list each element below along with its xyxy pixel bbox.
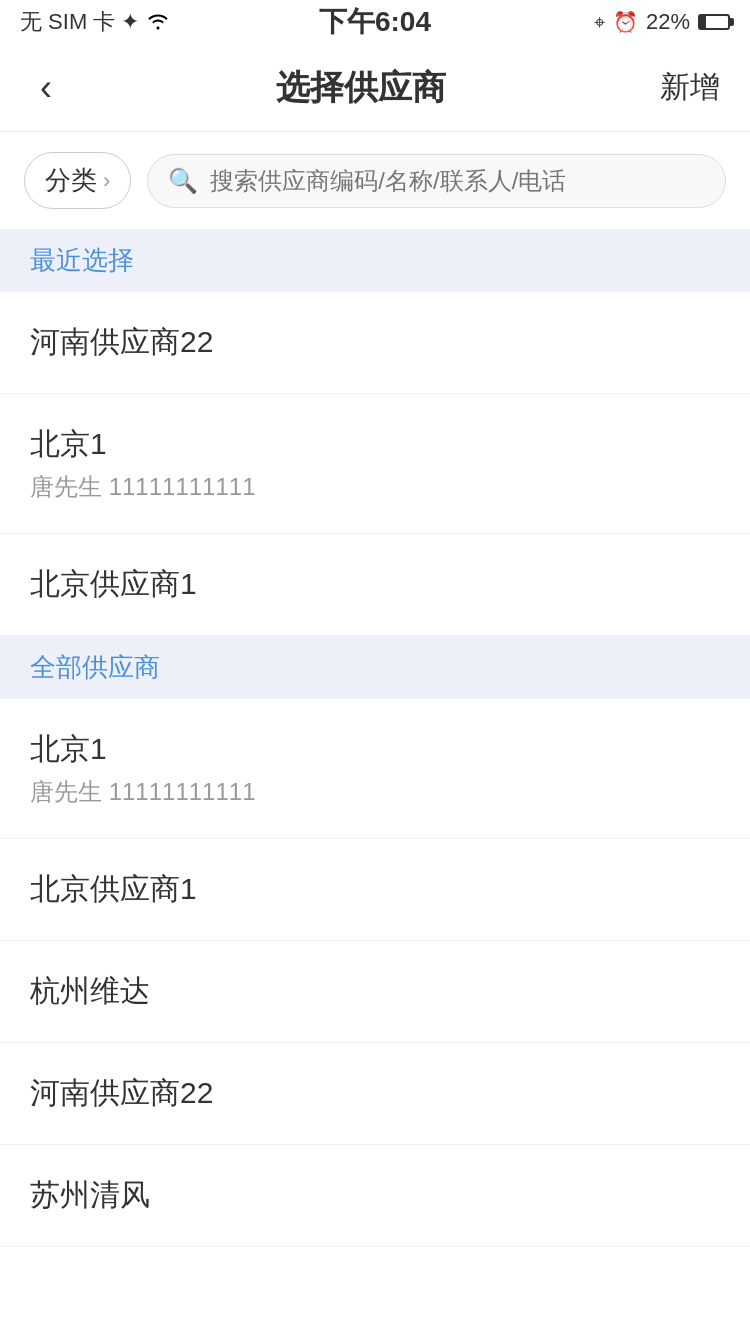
no-sim-text: 无 SIM 卡 ✦ <box>20 7 139 37</box>
item-sub: 唐先生 11111111111 <box>30 776 720 808</box>
list-item[interactable]: 河南供应商22 <box>0 292 750 394</box>
all-section-header: 全部供应商 <box>0 636 750 699</box>
search-icon: 🔍 <box>168 167 198 195</box>
category-filter-button[interactable]: 分类 › <box>24 152 131 209</box>
status-time: 下午6:04 <box>319 3 431 41</box>
item-name: 北京1 <box>30 729 720 770</box>
list-item[interactable]: 杭州维达 <box>0 941 750 1043</box>
wifi-icon <box>147 8 169 36</box>
item-name: 河南供应商22 <box>30 1073 720 1114</box>
list-item[interactable]: 北京供应商1 <box>0 839 750 941</box>
list-item[interactable]: 北京1 唐先生 11111111111 <box>0 699 750 839</box>
item-name: 北京1 <box>30 424 720 465</box>
item-name: 北京供应商1 <box>30 564 720 605</box>
item-name: 杭州维达 <box>30 971 720 1012</box>
item-name: 北京供应商1 <box>30 869 720 910</box>
back-button[interactable]: ‹ <box>30 57 62 119</box>
location-icon: ⌖ <box>594 11 605 34</box>
filter-bar: 分类 › 🔍 <box>0 132 750 229</box>
recent-items-list: 河南供应商22 北京1 唐先生 11111111111 北京供应商1 <box>0 292 750 636</box>
battery-icon <box>698 14 730 30</box>
alarm-icon: ⏰ <box>613 10 638 34</box>
status-left: 无 SIM 卡 ✦ <box>20 7 169 37</box>
list-item[interactable]: 苏州清风 <box>0 1145 750 1247</box>
recent-section-header: 最近选择 <box>0 229 750 292</box>
category-label: 分类 <box>45 163 97 198</box>
status-bar: 无 SIM 卡 ✦ 下午6:04 ⌖ ⏰ 22% <box>0 0 750 44</box>
chevron-right-icon: › <box>103 168 110 194</box>
item-name: 河南供应商22 <box>30 322 720 363</box>
nav-bar: ‹ 选择供应商 新增 <box>0 44 750 132</box>
list-item[interactable]: 河南供应商22 <box>0 1043 750 1145</box>
recent-section-label: 最近选择 <box>30 245 134 275</box>
list-item[interactable]: 北京1 唐先生 11111111111 <box>0 394 750 534</box>
item-name: 苏州清风 <box>30 1175 720 1216</box>
search-box: 🔍 <box>147 154 726 208</box>
add-button[interactable]: 新增 <box>660 67 720 108</box>
battery-text: 22% <box>646 9 690 35</box>
status-right: ⌖ ⏰ 22% <box>594 9 730 35</box>
page-title: 选择供应商 <box>276 65 446 111</box>
all-section-label: 全部供应商 <box>30 652 160 682</box>
item-sub: 唐先生 11111111111 <box>30 471 720 503</box>
list-item[interactable]: 北京供应商1 <box>0 534 750 636</box>
search-input[interactable] <box>210 167 705 195</box>
all-items-list: 北京1 唐先生 11111111111 北京供应商1 杭州维达河南供应商22 苏州清风 <box>0 699 750 1247</box>
